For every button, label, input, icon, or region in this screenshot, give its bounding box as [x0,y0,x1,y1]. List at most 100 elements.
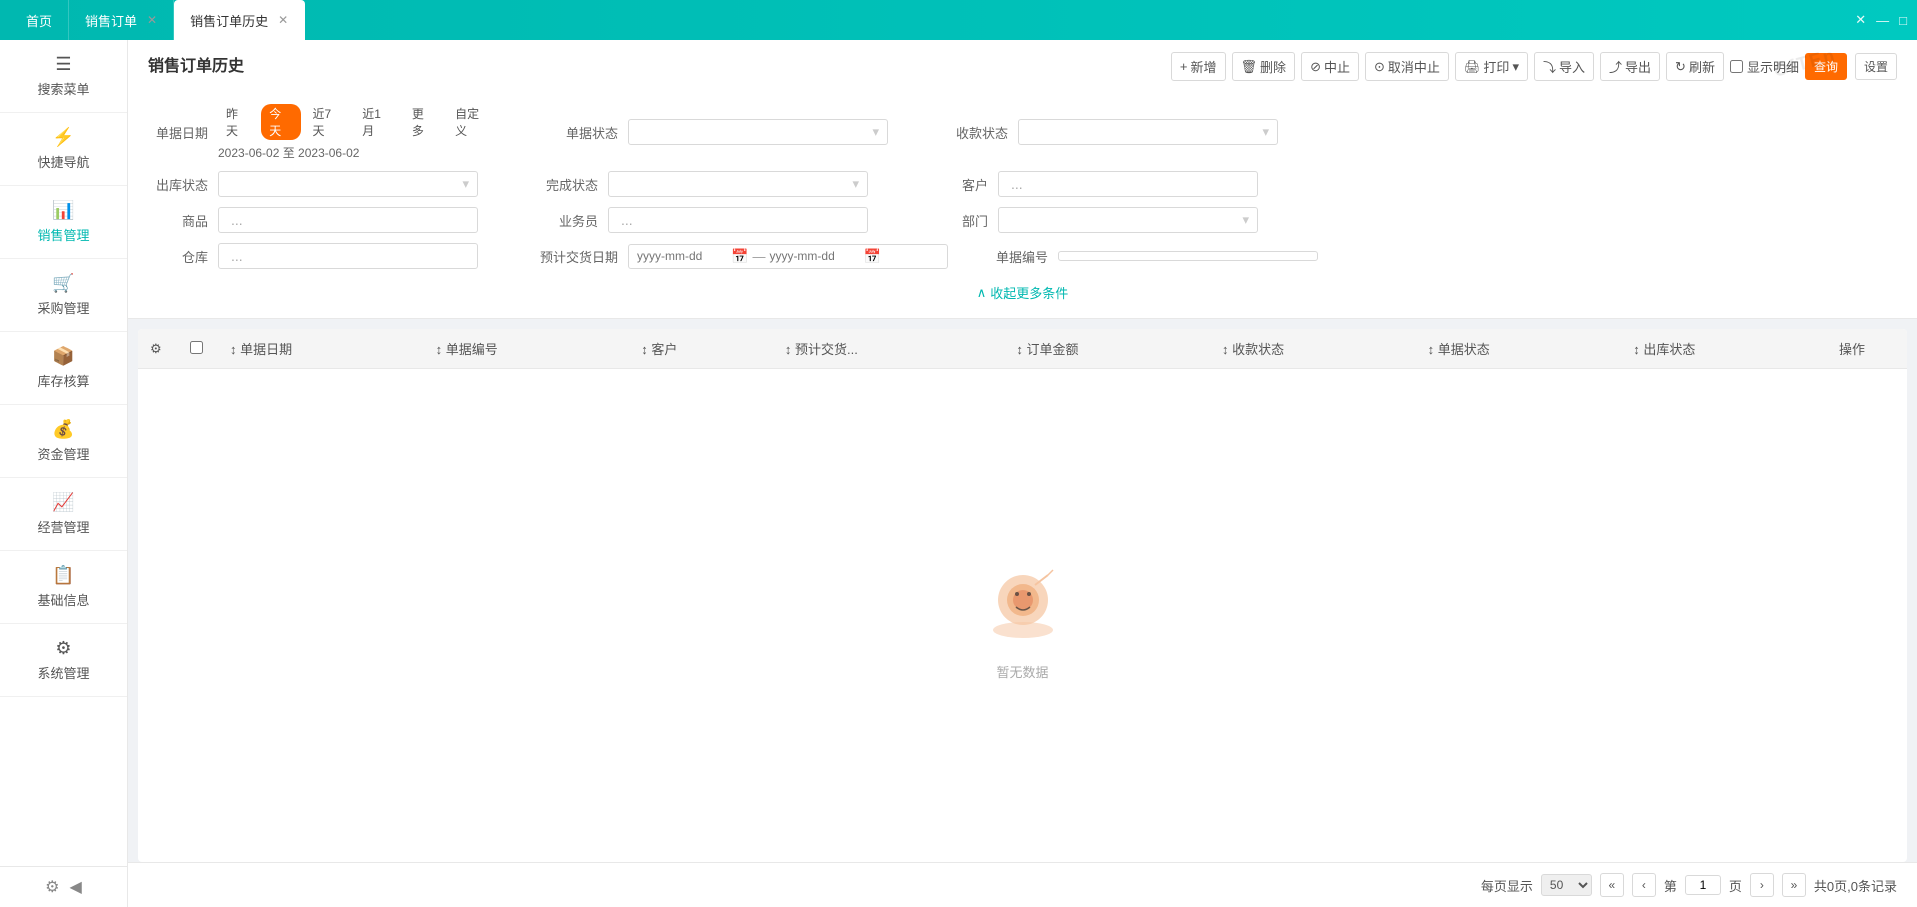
display-columns-checkbox[interactable] [1730,60,1743,73]
tab-sales-order-history[interactable]: 销售订单历史 ✕ [174,0,305,40]
collapse-btn[interactable]: ∧ 收起更多条件 [148,279,1897,306]
display-columns-checkbox-label[interactable]: 显示明细 [1730,57,1799,76]
refresh-button[interactable]: ↻ 刷新 [1666,52,1724,81]
delete-button[interactable]: 🗑 删除 [1232,52,1296,81]
date-tab-custom[interactable]: 自定义 [447,103,498,141]
col-checkbox [178,329,218,369]
col-settings: ⚙ [138,329,178,369]
page-input[interactable] [1685,875,1721,895]
first-page-btn[interactable]: « [1600,873,1624,897]
ship-status-select[interactable]: ▾ [218,171,478,197]
stop-icon: ⊘ [1310,59,1321,75]
date-tab-last1m[interactable]: 近1月 [354,103,400,141]
prev-page-btn[interactable]: ‹ [1632,873,1656,897]
print-arrow-icon: ▾ [1512,59,1519,75]
collapse-label: 收起更多条件 [990,283,1068,302]
bill-no-filter [1058,251,1318,261]
payment-status-select[interactable]: ▾ [1018,119,1278,145]
refresh-icon: ↻ [1675,59,1686,75]
bill-status-select[interactable]: ▾ [628,119,888,145]
sidebar-item-quick-nav[interactable]: ⚡ 快捷导航 [0,113,127,186]
filter-area: 销售订单历史 + 新增 🗑 删除 ⊘ 中止 ⊙ [128,40,1917,319]
export-button[interactable]: ⤴ 导出 [1600,52,1660,81]
tab-sales-order-history-close[interactable]: ✕ [278,13,288,27]
tab-home-label: 首页 [26,11,52,30]
last-page-btn[interactable]: » [1782,873,1806,897]
sidebar-item-data-info[interactable]: 📋 基础信息 [0,551,127,624]
calendar-start-icon[interactable]: 📅 [731,248,748,265]
top-bar-maximize[interactable]: □ [1899,13,1907,28]
page-label: 第 [1664,876,1677,895]
page-title: 销售订单历史 [148,52,244,76]
ship-status-label: 出库状态 [148,175,218,194]
new-icon: + [1180,59,1188,74]
sales-mgmt-icon: 📊 [52,200,74,221]
table-head: ⚙ ↕ 单据日期 ↕ 单据编号 [138,329,1907,369]
col-settings-icon[interactable]: ⚙ [150,341,162,356]
query-button[interactable]: 查询 [1805,53,1847,80]
top-bar-minimize[interactable]: — [1876,13,1889,28]
col-bill-date: ↕ 单据日期 [218,329,424,369]
settings-button[interactable]: 设置 [1855,53,1897,80]
date-tab-more[interactable]: 更多 [404,103,443,141]
data-table: ⚙ ↕ 单据日期 ↕ 单据编号 [138,329,1907,369]
page-size-select[interactable]: 50 20 100 [1541,874,1592,896]
col-order-amount: ↕ 订单金额 [1004,329,1210,369]
next-page-btn[interactable]: › [1750,873,1774,897]
filter-row-3: 商品 ... 业务员 ... 部门 ▾ [148,207,1897,233]
new-button[interactable]: + 新增 [1171,52,1226,81]
tab-sales-order-history-label: 销售订单历史 [190,11,268,30]
main-layout: ☰ 搜索菜单 ⚡ 快捷导航 📊 销售管理 🛒 采购管理 📦 库存核算 💰 资金管… [0,40,1917,907]
calendar-end-icon[interactable]: 📅 [863,248,880,265]
customer-label: 客户 [928,175,998,194]
sidebar-item-purchase-mgmt[interactable]: 🛒 采购管理 [0,259,127,332]
goods-input[interactable]: ... [218,207,478,233]
sidebar-item-inventory[interactable]: 📦 库存核算 [0,332,127,405]
stop-button[interactable]: ⊘ 中止 [1301,52,1359,81]
sys-mgmt-icon: ⚙ [55,638,71,659]
empty-icon [973,550,1073,650]
sales-rep-input[interactable]: ... [608,207,868,233]
sidebar-item-sys-mgmt[interactable]: ⚙ 系统管理 [0,624,127,697]
expected-date-start[interactable] [637,249,727,263]
select-all-checkbox[interactable] [190,341,203,354]
warehouse-input[interactable]: ... [218,243,478,269]
top-bar-close[interactable]: ✕ [1855,12,1866,28]
sidebar-settings-btn[interactable]: ⚙ [45,877,59,897]
sales-rep-ellipsis[interactable]: ... [617,212,637,228]
page-unit: 页 [1729,876,1742,895]
complete-status-select[interactable]: ▾ [608,171,868,197]
print-button[interactable]: 🖨 打印 ▾ [1455,52,1528,81]
warehouse-ellipsis[interactable]: ... [227,248,247,264]
col-actions: 操作 [1827,329,1907,369]
bill-no-input[interactable] [1058,251,1318,261]
date-filter: 昨天 今天 近7天 近1月 更多 自定义 2023-06-02 至 2023-0… [218,103,498,161]
sidebar-item-operations[interactable]: 📈 经营管理 [0,478,127,551]
sidebar-item-finance[interactable]: 💰 资金管理 [0,405,127,478]
customer-input[interactable]: ... [998,171,1258,197]
customer-filter: ... [998,171,1258,197]
date-tab-today[interactable]: 今天 [261,104,300,140]
quick-nav-icon: ⚡ [52,127,74,148]
dept-select[interactable]: ▾ [998,207,1258,233]
sidebar-item-search-menu-label: 搜索菜单 [37,79,89,98]
cancel-stop-button[interactable]: ⊙ 取消中止 [1365,52,1449,81]
customer-ellipsis[interactable]: ... [1007,176,1027,192]
tab-sales-order-close[interactable]: ✕ [147,13,157,27]
tab-home[interactable]: 首页 [10,0,69,40]
date-tab-yesterday[interactable]: 昨天 [218,103,257,141]
goods-ellipsis[interactable]: ... [227,212,247,228]
expected-date-input-group: 📅 — 📅 [628,244,948,269]
operations-icon: 📈 [52,492,74,513]
date-tab-last7[interactable]: 近7天 [305,103,351,141]
expected-date-end[interactable] [769,249,859,263]
sidebar-item-sales-mgmt[interactable]: 📊 销售管理 [0,186,127,259]
sidebar-collapse-btn[interactable]: ◀ [70,877,82,897]
tab-sales-order[interactable]: 销售订单 ✕ [69,0,174,40]
import-button[interactable]: ⤵ 导入 [1534,52,1594,81]
bill-no-label: 单据编号 [988,247,1058,266]
payment-status-arrow: ▾ [1262,124,1269,140]
sidebar-item-search-menu[interactable]: ☰ 搜索菜单 [0,40,127,113]
date-separator: — [752,249,765,264]
ship-status-arrow: ▾ [462,176,469,192]
